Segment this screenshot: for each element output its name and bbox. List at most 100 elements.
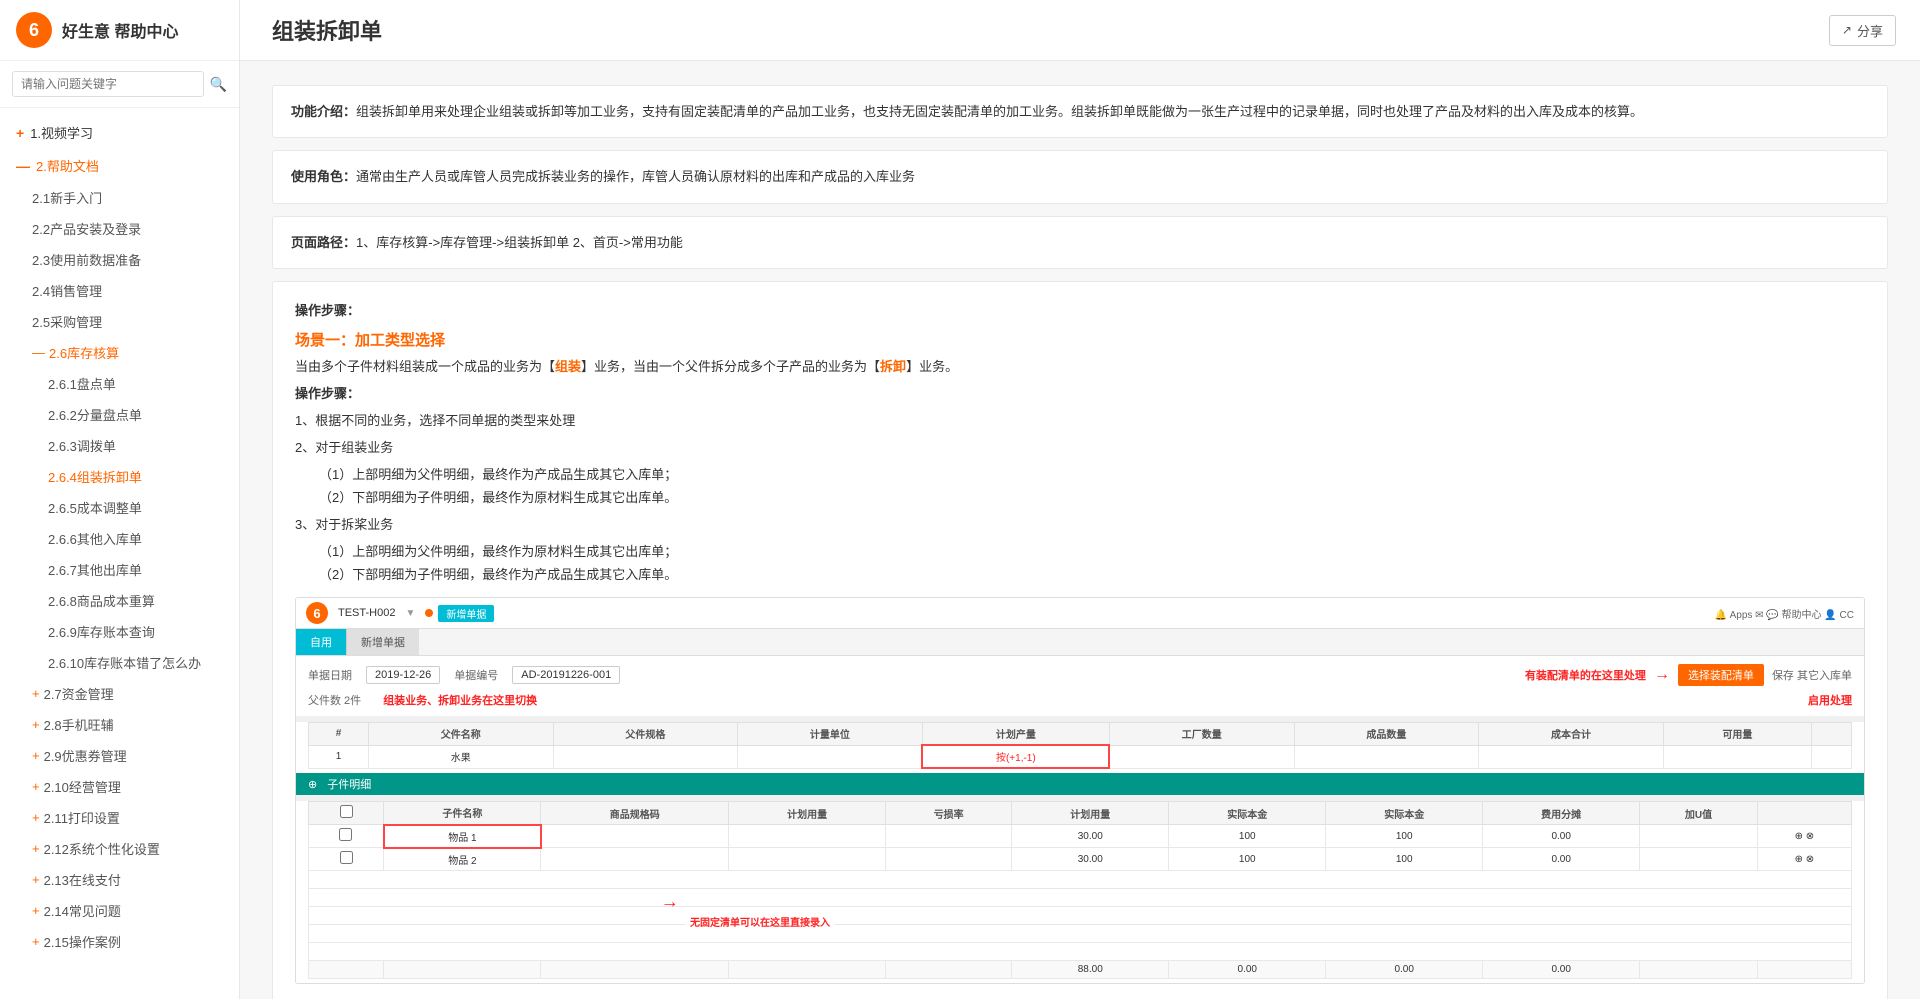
table-row-child-5 [309, 907, 1852, 925]
expand-icon-video: + [16, 125, 24, 141]
sidebar-item-2-4[interactable]: 2.4销售管理 [32, 275, 239, 306]
footer-td-2 [384, 961, 541, 979]
sidebar-item-2-3[interactable]: 2.3使用前数据准备 [32, 244, 239, 275]
sidebar-item-2-5[interactable]: 2.5采购管理 [32, 306, 239, 337]
btn-select-bom[interactable]: 选择装配清单 [1678, 664, 1764, 686]
th-num: # [309, 723, 369, 746]
ctd-actual1-1: 100 [1169, 825, 1326, 848]
app-tabbar: 自用 新增单据 [296, 629, 1864, 656]
plus-icon-2-9: + [32, 748, 40, 763]
sidebar-item-2-1[interactable]: 2.1新手入门 [32, 182, 239, 213]
cth-spec: 商品规格码 [541, 802, 729, 825]
cth-loss: 亏损率 [886, 802, 1012, 825]
role-section: 使用角色：通常由生产人员或库管人员完成拆装业务的操作，库管人员确认原材料的出库和… [272, 150, 1888, 203]
ctd-fee-1: 0.00 [1483, 825, 1640, 848]
ctd-plan2-1: 30.00 [1012, 825, 1169, 848]
select-all-checkbox[interactable] [340, 805, 353, 818]
step2-sub1: （1）上部明细为父件明细，最终作为产成品生成其它入库单； [319, 464, 1865, 483]
parent-table-header: # 父件名称 父件规格 计量单位 计划产量 工厂数量 成品数量 成本合计 可用量 [309, 723, 1852, 746]
sidebar-item-2-6-3[interactable]: 2.6.3调拨单 [48, 430, 239, 461]
status-dot-orange [425, 609, 433, 617]
search-button[interactable]: 🔍 [210, 76, 227, 93]
logo-text: 好生意 帮助中心 [62, 18, 178, 42]
sidebar-item-2-2[interactable]: 2.2产品安装及登录 [32, 213, 239, 244]
child-table-header: 子件名称 商品规格码 计划用量 亏损率 计划用量 实际本金 实际本金 费用分摊 … [309, 802, 1852, 825]
sidebar-item-2-6-2[interactable]: 2.6.2分量盘点单 [48, 399, 239, 430]
child-table: 子件名称 商品规格码 计划用量 亏损率 计划用量 实际本金 实际本金 费用分摊 … [308, 801, 1852, 979]
form-val-date[interactable]: 2019-12-26 [366, 666, 440, 684]
form-label-bill: 单据编号 [454, 667, 498, 683]
sidebar-item-2-10[interactable]: + 2.10经营管理 [32, 771, 239, 802]
sidebar-item-2-12[interactable]: + 2.12系统个性化设置 [32, 833, 239, 864]
th-action [1812, 723, 1852, 746]
td-action-1 [1812, 745, 1852, 768]
app-system-id: TEST-H002 [338, 607, 395, 619]
td-product-qty-1 [1294, 745, 1479, 768]
plus-icon-2-10: + [32, 779, 40, 794]
row-checkbox-1[interactable] [339, 828, 352, 841]
child-table-area: 子件名称 商品规格码 计划用量 亏损率 计划用量 实际本金 实际本金 费用分摊 … [296, 801, 1864, 983]
sidebar-sub-2-6: 2.6.1盘点单 2.6.2分量盘点单 2.6.3调拨单 2.6.4组装拆卸单 … [32, 368, 239, 678]
sidebar-item-2-6[interactable]: — 2.6库存核算 [32, 337, 239, 368]
tab-ziyong[interactable]: 自用 [296, 629, 346, 655]
ctd-actual2-1: 100 [1326, 825, 1483, 848]
ctd-name-1[interactable]: 物品 1 [384, 825, 541, 848]
cth-plan-use: 计划用量 [729, 802, 886, 825]
share-button[interactable]: ↗ 分享 [1829, 15, 1896, 46]
sidebar-item-2-13[interactable]: + 2.13在线支付 [32, 864, 239, 895]
table-row-child-2: 物品 2 30.00 100 100 0.00 ⊕ ⊗ [309, 848, 1852, 871]
sidebar-item-label-video: 1.视频学习 [30, 123, 93, 142]
page-header: 组装拆卸单 ↗ 分享 [240, 0, 1920, 61]
share-icon: ↗ [1842, 23, 1852, 37]
sidebar-item-2-6-7[interactable]: 2.6.7其他出库单 [48, 554, 239, 585]
plus-icon-2-7: + [32, 686, 40, 701]
btn-new-doc[interactable]: 新增单据 [438, 605, 494, 622]
sidebar-item-2-6-6[interactable]: 2.6.6其他入库单 [48, 523, 239, 554]
sidebar-item-video[interactable]: + 1.视频学习 [0, 116, 239, 149]
footer-td-9: 0.00 [1483, 961, 1640, 979]
page-title: 组装拆卸单 [272, 14, 382, 46]
ctd-plan2-2: 30.00 [1012, 848, 1169, 871]
step3-sub1: （1）上部明细为父件明细，最终作为原材料生成其它出库单； [319, 541, 1865, 560]
parent-table-area: # 父件名称 父件规格 计量单位 计划产量 工厂数量 成品数量 成本合计 可用量 [296, 722, 1864, 773]
td-parent-name-1: 水果 [368, 745, 553, 768]
ann2-text: 组装业务、拆卸业务在这里切换 [383, 692, 537, 708]
sidebar-item-2-6-5[interactable]: 2.6.5成本调整单 [48, 492, 239, 523]
sidebar-item-2-6-9[interactable]: 2.6.9库存账本查询 [48, 616, 239, 647]
search-input[interactable] [12, 71, 204, 97]
main-content: 组装拆卸单 ↗ 分享 功能介绍：组装拆卸单用来处理企业组装或拆卸等加工业务，支持… [240, 0, 1920, 999]
sidebar-item-2-8[interactable]: + 2.8手机旺辅 [32, 709, 239, 740]
th-factory-qty: 工厂数量 [1109, 723, 1294, 746]
sidebar-item-2-9[interactable]: + 2.9优惠券管理 [32, 740, 239, 771]
form-val-bill[interactable]: AD-20191226-001 [512, 666, 620, 684]
sidebar-item-2-11[interactable]: + 2.11打印设置 [32, 802, 239, 833]
td-plan-qty-1[interactable]: 按(+1,-1) [922, 745, 1109, 768]
table-row-child-7 [309, 943, 1852, 961]
tab-new-doc[interactable]: 新增单据 [346, 629, 419, 655]
scene1-title: 场景一：加工类型选择 [295, 329, 1865, 350]
footer-td-7: 0.00 [1169, 961, 1326, 979]
sidebar-item-2-15[interactable]: + 2.15操作案例 [32, 926, 239, 957]
ctd-add-2 [1640, 848, 1758, 871]
sidebar-item-2-6-8[interactable]: 2.6.8商品成本重算 [48, 585, 239, 616]
row-checkbox-2[interactable] [340, 851, 353, 864]
search-box: 🔍 [0, 61, 239, 108]
sidebar-item-docs[interactable]: — 2.帮助文档 [0, 149, 239, 182]
sidebar-item-2-14[interactable]: + 2.14常见问题 [32, 895, 239, 926]
sidebar-item-2-7[interactable]: + 2.7资金管理 [32, 678, 239, 709]
app-menu-icons: 🔔 Apps ✉ 💬 帮助中心 👤 CC [1715, 606, 1854, 621]
child-table-footer: 88.00 0.00 0.00 0.00 [309, 961, 1852, 979]
sidebar-label-2-2: 2.2产品安装及登录 [32, 219, 141, 238]
form-row-2: 父件数 2件 组装业务、拆卸业务在这里切换 启用处理 [308, 692, 1852, 708]
plus-icon-2-12: + [32, 841, 40, 856]
ctd-action-2: ⊕ ⊗ [1757, 848, 1851, 871]
role-text: 通常由生产人员或库管人员完成拆装业务的操作，库管人员确认原材料的出库和产成品的入… [356, 169, 915, 184]
sidebar-item-2-6-4[interactable]: 2.6.4组装拆卸单 [48, 461, 239, 492]
sidebar-item-2-6-10[interactable]: 2.6.10库存账本错了怎么办 [48, 647, 239, 678]
sidebar-item-2-6-1[interactable]: 2.6.1盘点单 [48, 368, 239, 399]
sidebar-logo: 6 好生意 帮助中心 [0, 0, 239, 61]
footer-td-11 [1757, 961, 1851, 979]
parent-table: # 父件名称 父件规格 计量单位 计划产量 工厂数量 成品数量 成本合计 可用量 [308, 722, 1852, 769]
logo-icon: 6 [16, 12, 52, 48]
form-row-1: 单据日期 2019-12-26 单据编号 AD-20191226-001 有装配… [308, 664, 1852, 686]
